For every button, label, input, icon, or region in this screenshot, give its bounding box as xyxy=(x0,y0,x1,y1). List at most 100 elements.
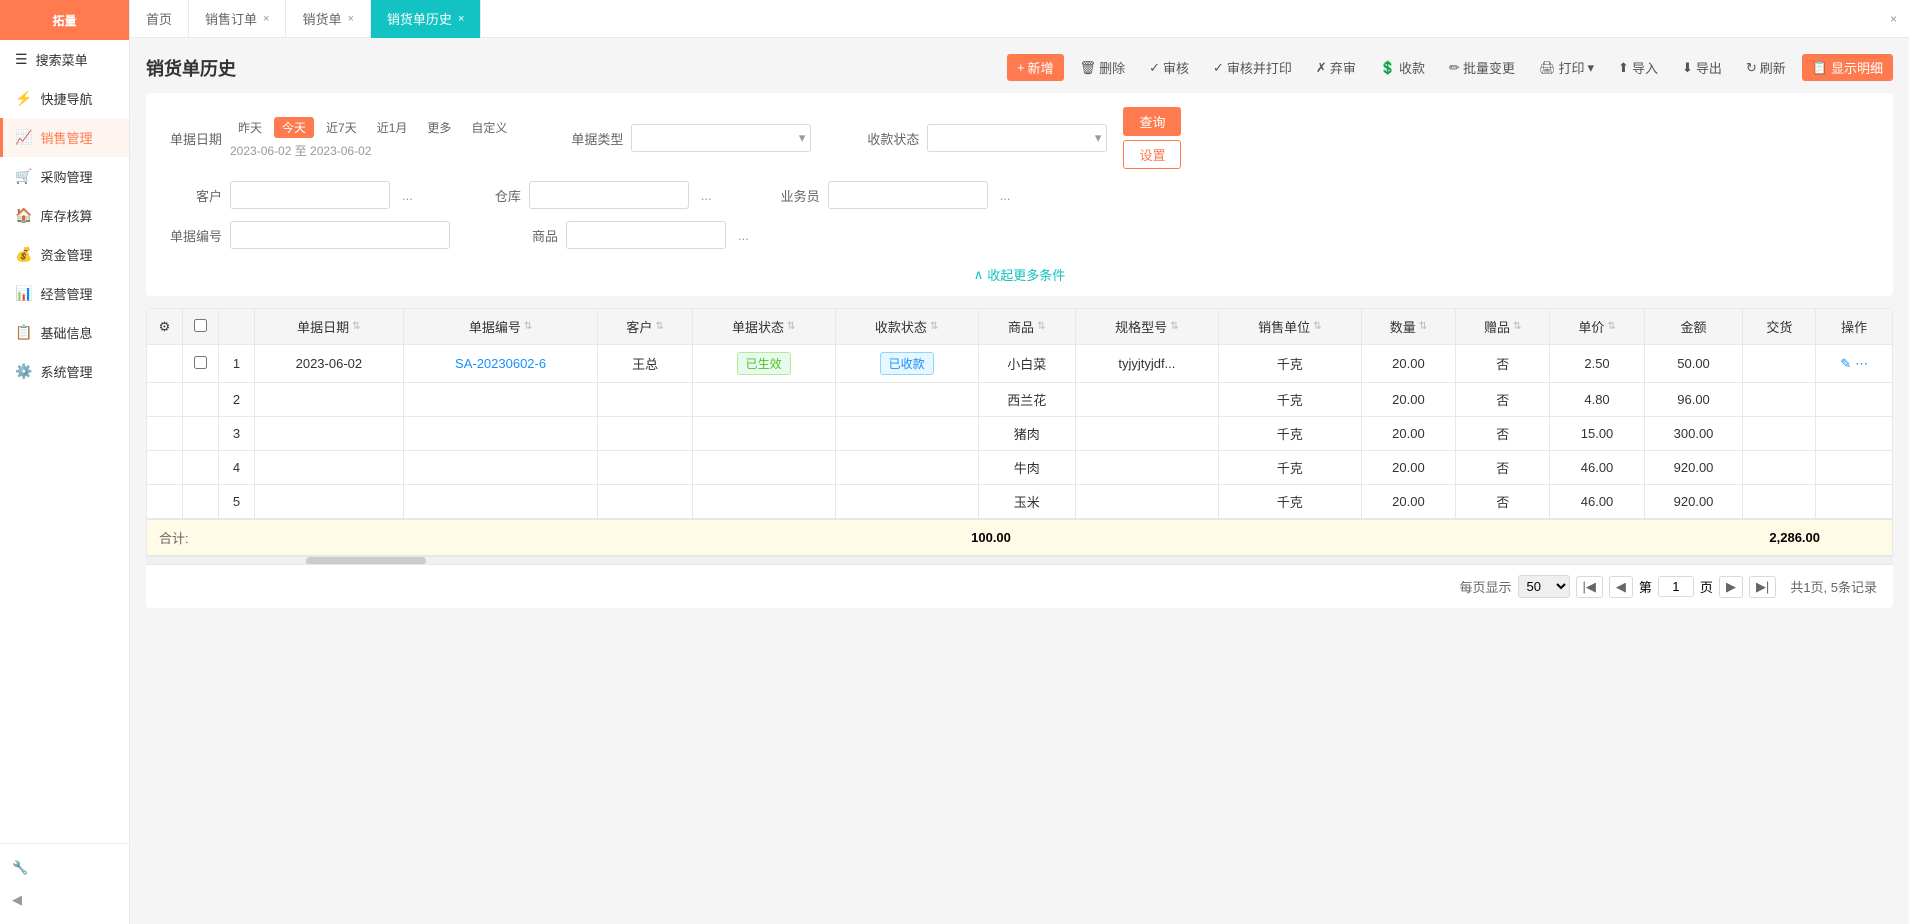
th-unit-price[interactable]: 单价⇅ xyxy=(1550,309,1644,345)
date-pill-1month[interactable]: 近1月 xyxy=(369,117,416,138)
payment-status-select[interactable] xyxy=(927,124,1107,152)
refresh-button[interactable]: ↻ 刷新 xyxy=(1738,54,1794,81)
date-pill-today[interactable]: 今天 xyxy=(274,117,314,138)
payment-status-cell xyxy=(835,417,978,451)
tab-sales-delivery-label: 销货单 xyxy=(302,9,341,28)
edit-action-btn[interactable]: ✎ xyxy=(1840,356,1851,371)
import-icon: ⬆ xyxy=(1618,60,1629,76)
date-pill-7days[interactable]: 近7天 xyxy=(318,117,365,138)
new-button[interactable]: + 新增 xyxy=(1007,54,1064,81)
qty-cell: 20.00 xyxy=(1361,383,1455,417)
sidebar-item-inventory[interactable]: 🏠 库存核算 xyxy=(0,196,129,235)
th-qty[interactable]: 数量⇅ xyxy=(1361,309,1455,345)
row-checkbox[interactable] xyxy=(194,356,207,369)
setting-button[interactable]: 设置 xyxy=(1123,140,1181,169)
th-unit[interactable]: 销售单位⇅ xyxy=(1218,309,1361,345)
th-spec[interactable]: 规格型号⇅ xyxy=(1075,309,1218,345)
last-page-btn[interactable]: ▶| xyxy=(1749,576,1776,598)
doc-no-link[interactable]: SA-20230602-6 xyxy=(455,356,546,371)
qty-sort-icon: ⇅ xyxy=(1419,321,1427,332)
tab-home[interactable]: 首页 xyxy=(130,0,189,38)
th-checkbox[interactable] xyxy=(183,309,219,345)
sidebar-item-label: 库存核算 xyxy=(40,206,92,225)
collapse-filter-btn[interactable]: ∧ 收起更多条件 xyxy=(162,261,1877,288)
th-doc-status[interactable]: 单据状态⇅ xyxy=(692,309,835,345)
gear-cell xyxy=(147,383,183,417)
tab-sales-history-close[interactable]: × xyxy=(458,13,464,25)
sidebar-item-label: 基础信息 xyxy=(40,323,92,342)
prev-page-btn[interactable]: ◀ xyxy=(1609,576,1633,598)
discard-button[interactable]: ✗ 弃审 xyxy=(1308,54,1364,81)
sidebar-item-sys-mgmt[interactable]: ⚙️ 系统管理 xyxy=(0,352,129,391)
date-pill-yesterday[interactable]: 昨天 xyxy=(230,117,270,138)
product-dots[interactable]: ... xyxy=(738,228,749,243)
date-label: 单据日期 xyxy=(162,129,222,148)
staff-input[interactable] xyxy=(828,181,988,209)
date-pill-custom[interactable]: 自定义 xyxy=(463,117,515,138)
table-row: 3 猪肉 千克 20.00 否 15.00 300.00 xyxy=(147,417,1893,451)
tab-sales-order-close[interactable]: × xyxy=(263,13,269,25)
tab-sales-delivery-close[interactable]: × xyxy=(347,13,353,25)
th-product[interactable]: 商品⇅ xyxy=(978,309,1075,345)
filter-customer: 客户 ... xyxy=(162,181,413,209)
date-pill-more[interactable]: 更多 xyxy=(419,117,459,138)
sidebar-item-purchase-mgmt[interactable]: 🛒 采购管理 xyxy=(0,157,129,196)
close-all-tabs-btn[interactable]: × xyxy=(1878,12,1909,26)
sidebar-settings-btn[interactable]: 🔧 xyxy=(0,852,129,884)
staff-dots[interactable]: ... xyxy=(1000,188,1011,203)
sidebar-collapse-btn[interactable]: ◀ xyxy=(0,884,129,916)
doc-no-cell xyxy=(403,451,598,485)
product-input[interactable] xyxy=(566,221,726,249)
th-gift[interactable]: 赠品⇅ xyxy=(1456,309,1550,345)
doc-status-cell xyxy=(692,451,835,485)
sidebar-item-basic-info[interactable]: 📋 基础信息 xyxy=(0,313,129,352)
first-page-btn[interactable]: |◀ xyxy=(1576,576,1603,598)
amount-col-label: 金额 xyxy=(1681,320,1707,335)
query-button[interactable]: 查询 xyxy=(1123,107,1181,136)
transaction-cell xyxy=(1743,417,1816,451)
th-customer[interactable]: 客户⇅ xyxy=(598,309,692,345)
product-sort-icon: ⇅ xyxy=(1037,321,1045,332)
scrollbar-area[interactable] xyxy=(146,556,1893,564)
page-input[interactable] xyxy=(1658,576,1694,597)
next-page-btn[interactable]: ▶ xyxy=(1719,576,1743,598)
import-button[interactable]: ⬆ 导入 xyxy=(1610,54,1666,81)
footer-total-qty: 100.00 xyxy=(213,530,1770,545)
doc-no-cell xyxy=(403,485,598,519)
sidebar-item-sales-mgmt[interactable]: 📈 销售管理 xyxy=(0,118,129,157)
th-doc-no[interactable]: 单据编号⇅ xyxy=(403,309,598,345)
th-payment-status[interactable]: 收款状态⇅ xyxy=(835,309,978,345)
checkbox-cell xyxy=(183,485,219,519)
doc-no-input[interactable] xyxy=(230,221,450,249)
tab-sales-delivery[interactable]: 销货单 × xyxy=(286,0,370,38)
select-all-checkbox[interactable] xyxy=(194,319,207,332)
show-detail-button[interactable]: 📋 显示明细 xyxy=(1802,54,1893,81)
sidebar-item-search-menu[interactable]: ☰ 搜索菜单 xyxy=(0,40,129,79)
delete-button[interactable]: 🗑 删除 xyxy=(1072,54,1134,81)
tab-sales-order[interactable]: 销售订单 × xyxy=(189,0,286,38)
customer-input[interactable] xyxy=(230,181,390,209)
customer-sort-icon: ⇅ xyxy=(655,321,663,332)
export-button[interactable]: ⬇ 导出 xyxy=(1674,54,1730,81)
more-action-btn[interactable]: ⋯ xyxy=(1855,356,1868,371)
doc-type-select[interactable] xyxy=(631,124,811,152)
warehouse-input[interactable] xyxy=(529,181,689,209)
th-gear[interactable]: ⚙ xyxy=(147,309,183,345)
print-button[interactable]: 🖨 打印 ▾ xyxy=(1531,54,1602,81)
batch-change-button[interactable]: ✏ 批量变更 xyxy=(1441,54,1523,81)
customer-cell xyxy=(598,485,692,519)
audit-print-button[interactable]: ✓ 审核并打印 xyxy=(1205,54,1300,81)
customer-cell xyxy=(598,451,692,485)
warehouse-dots[interactable]: ... xyxy=(701,188,712,203)
sidebar-item-finance-mgmt[interactable]: 💰 资金管理 xyxy=(0,235,129,274)
collect-button[interactable]: 💲 收款 xyxy=(1372,54,1433,81)
tab-sales-history[interactable]: 销货单历史 × xyxy=(371,0,481,38)
page-size-select[interactable]: 10 20 50 100 xyxy=(1518,575,1570,598)
customer-label: 客户 xyxy=(162,186,222,205)
payment-status-badge: 已收款 xyxy=(880,352,934,375)
customer-dots[interactable]: ... xyxy=(402,188,413,203)
audit-button[interactable]: ✓ 审核 xyxy=(1141,54,1197,81)
sidebar-item-ops-mgmt[interactable]: 📊 经营管理 xyxy=(0,274,129,313)
th-doc-date[interactable]: 单据日期⇅ xyxy=(255,309,404,345)
sidebar-item-quick-nav[interactable]: ⚡ 快捷导航 xyxy=(0,79,129,118)
